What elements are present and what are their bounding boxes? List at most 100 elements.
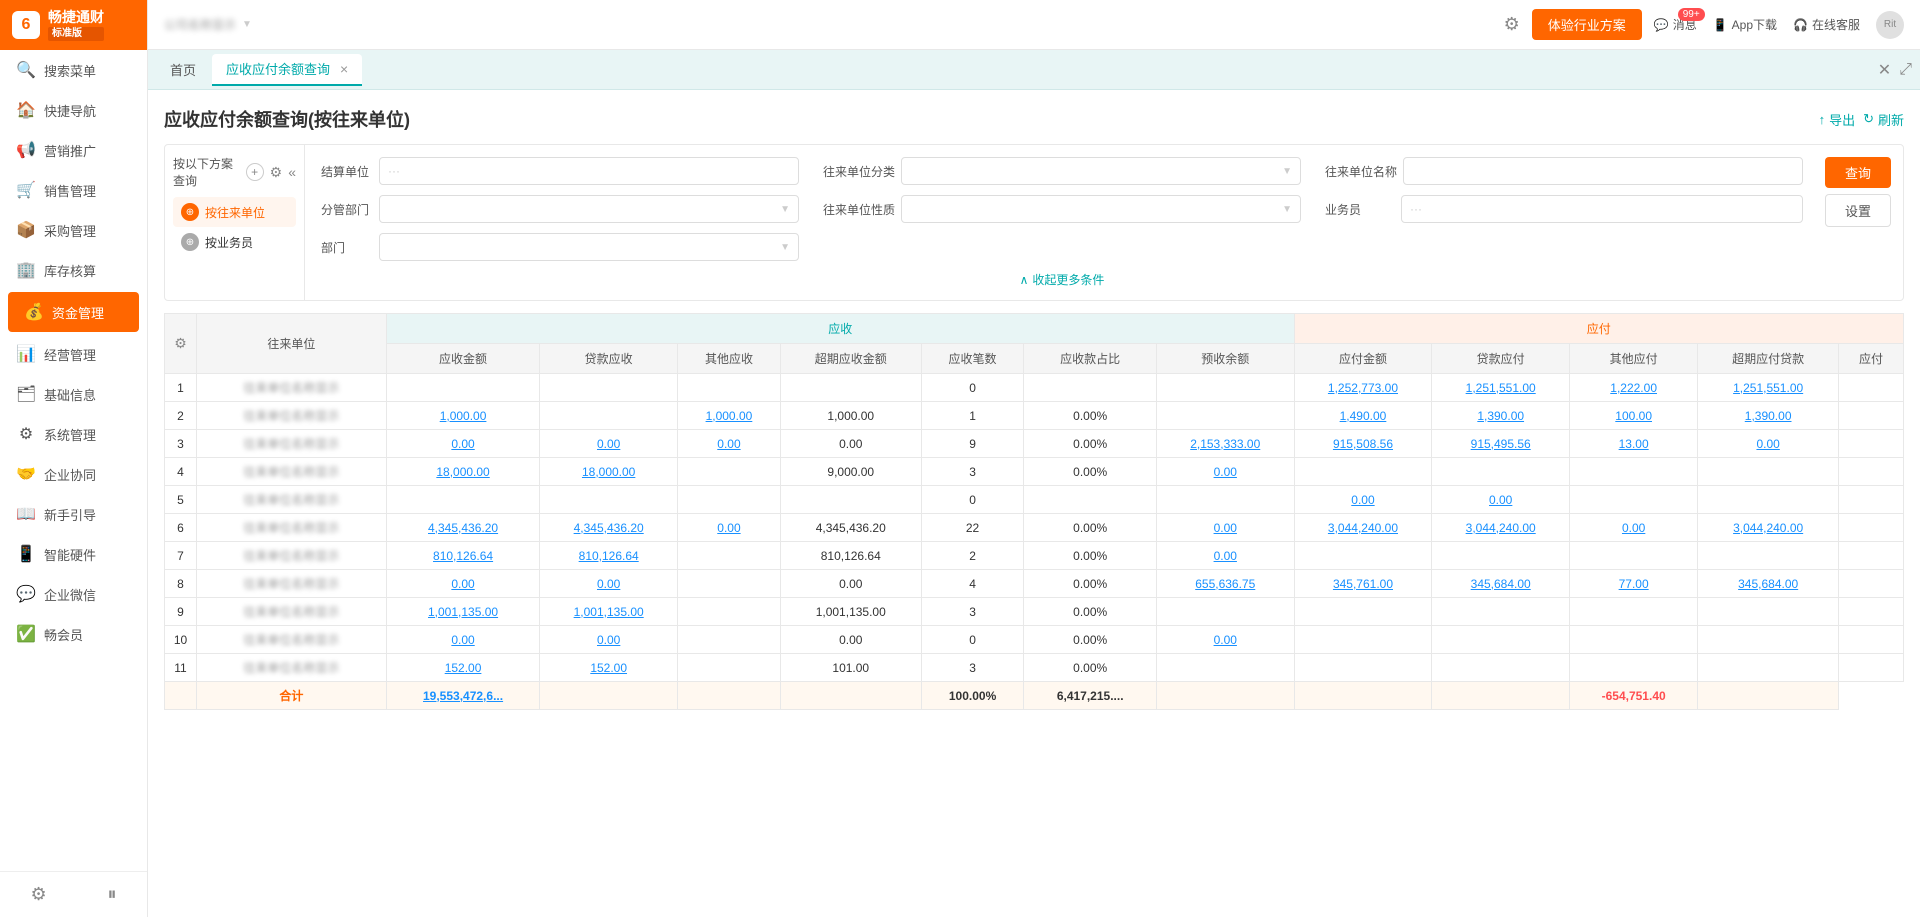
online-service-button[interactable]: 🎧 在线客服: [1793, 16, 1860, 33]
app-download-button[interactable]: 📱 App下载: [1713, 16, 1777, 33]
query-button[interactable]: 查询: [1825, 157, 1891, 188]
partner-name-input[interactable]: [1403, 157, 1803, 185]
breadcrumb: 公司名称显示 ▼: [164, 16, 1492, 33]
category-chevron: ▼: [1282, 166, 1292, 177]
partner-category-field: 往来单位分类 ▼: [823, 157, 1301, 185]
collapse-btn[interactable]: ∧ 收起更多条件: [321, 271, 1803, 288]
page-title: 应收应付余额查询(按往来单位): [164, 106, 410, 132]
partner-nature-select[interactable]: ▼: [901, 195, 1301, 223]
footer-empty4: [780, 682, 921, 710]
table-row: 3往来单位名称显示0.000.000.000.0090.00%2,153,333…: [165, 430, 1904, 458]
avatar: Rit: [1876, 11, 1904, 39]
sidebar-item-hardware[interactable]: 📱 智能硬件: [0, 534, 147, 574]
dept-manager-label: 分管部门: [321, 201, 373, 218]
sidebar-item-operation[interactable]: 📊 经营管理: [0, 334, 147, 374]
partner-th: 往来单位: [197, 314, 387, 374]
recv-ratio-th: 应收款占比: [1024, 344, 1156, 374]
sidebar-item-guide[interactable]: 📖 新手引导: [0, 494, 147, 534]
partner-nature-label: 往来单位性质: [823, 201, 895, 218]
partner-cell: 往来单位名称显示: [197, 486, 387, 514]
settlement-unit-input[interactable]: ···: [379, 157, 799, 185]
scheme-settings-icon[interactable]: ⚙: [270, 164, 283, 181]
scheme-header: 按以下方案查询 + ⚙ «: [173, 155, 296, 189]
header-gear-icon[interactable]: ⚙: [1504, 14, 1520, 35]
scheme-by-staff[interactable]: ⊕ 按业务员: [173, 227, 296, 257]
salesperson-input[interactable]: ···: [1401, 195, 1803, 223]
promo-button[interactable]: 体验行业方案: [1532, 9, 1642, 40]
settings-th[interactable]: ⚙: [165, 314, 197, 374]
sidebar-item-marketing[interactable]: 📢 营销推广: [0, 130, 147, 170]
scheme-by-partner[interactable]: ⊕ 按往来单位: [173, 197, 296, 227]
partner-cell: 往来单位名称显示: [197, 654, 387, 682]
scheme-collapse-icon[interactable]: «: [288, 164, 296, 180]
scheme-partner-icon: ⊕: [181, 203, 199, 221]
service-icon: 🎧: [1793, 18, 1808, 32]
sidebar-item-sales[interactable]: 🛒 销售管理: [0, 170, 147, 210]
tab-close-icon[interactable]: ×: [340, 61, 348, 77]
add-scheme-btn[interactable]: +: [246, 163, 264, 181]
sidebar: 6 畅捷通财 标准版 🔍 搜索菜单 🏠 快捷导航 📢 营销推广 🛒 销售管理 📦…: [0, 0, 148, 917]
export-button[interactable]: ↑ 导出: [1819, 110, 1856, 129]
purchase-icon: 📦: [16, 220, 36, 240]
app-icon: 📱: [1713, 18, 1728, 32]
breadcrumb-company: 公司名称显示: [164, 16, 236, 33]
logo-icon: 6: [12, 11, 40, 39]
sidebar-item-basic[interactable]: 🗂 基础信息: [0, 374, 147, 414]
user-menu[interactable]: Rit: [1876, 11, 1904, 39]
table-row: 7往来单位名称显示810,126.64810,126.64810,126.642…: [165, 542, 1904, 570]
sidebar-item-wechat[interactable]: 💬 企业微信: [0, 574, 147, 614]
partner-cell: 往来单位名称显示: [197, 570, 387, 598]
tab-close-all-icon[interactable]: ✕: [1878, 60, 1891, 80]
sidebar-item-finance[interactable]: 💰 资金管理: [8, 292, 139, 332]
partner-name-label: 往来单位名称: [1325, 163, 1397, 180]
sidebar-item-purchase[interactable]: 📦 采购管理: [0, 210, 147, 250]
footer-pay-overdue: -654,751.40: [1570, 682, 1698, 710]
tab-maximize-icon[interactable]: ⤢: [1899, 61, 1912, 79]
dept2-chevron: ▼: [780, 242, 790, 253]
recv-prepay-th: 预收余额: [1156, 344, 1294, 374]
sidebar-settings-btn[interactable]: ⚙: [22, 880, 54, 909]
tab-home[interactable]: 首页: [156, 54, 210, 86]
system-icon: ⚙: [16, 424, 36, 444]
salesperson-field: 业务员 ···: [1325, 195, 1803, 223]
footer-empty7: [1432, 682, 1570, 710]
sidebar-item-search[interactable]: 🔍 搜索菜单: [0, 50, 147, 90]
footer-recv-prepay: 6,417,215....: [1024, 682, 1156, 710]
table-footer-row: 合计 19,553,472,6... 100.00% 6,417,215....…: [165, 682, 1904, 710]
receivable-group-th: 应收: [386, 314, 1294, 344]
message-button[interactable]: 💬 消息 99+: [1654, 16, 1697, 33]
refresh-button[interactable]: ↻ 刷新: [1863, 110, 1904, 129]
partner-cell: 往来单位名称显示: [197, 514, 387, 542]
table-settings-icon[interactable]: ⚙: [174, 335, 187, 351]
settlement-unit-field: 结算单位 ···: [321, 157, 799, 185]
finance-icon: 💰: [24, 302, 44, 322]
dept-manager-select[interactable]: ▼: [379, 195, 799, 223]
search-icon: 🔍: [16, 60, 36, 80]
table-wrapper: ⚙ 往来单位 应收 应付 应收金额 贷款应收 其他应收 超期应收金额 应收笔数 …: [164, 313, 1904, 710]
tab-bar: 首页 应收应付余额查询 × ✕ ⤢: [148, 50, 1920, 90]
sidebar-item-inventory[interactable]: 🏢 库存核算: [0, 250, 147, 290]
partner-cell: 往来单位名称显示: [197, 430, 387, 458]
tab-query[interactable]: 应收应付余额查询 ×: [212, 54, 362, 86]
dept-select[interactable]: ▼: [379, 233, 799, 261]
settlement-unit-label: 结算单位: [321, 163, 373, 180]
sidebar-item-coop[interactable]: 🤝 企业协同: [0, 454, 147, 494]
partner-category-select[interactable]: ▼: [901, 157, 1301, 185]
guide-icon: 📖: [16, 504, 36, 524]
tab-bar-actions: ✕ ⤢: [1878, 60, 1912, 80]
inventory-icon: 🏢: [16, 260, 36, 280]
message-icon: 💬: [1654, 18, 1669, 32]
sidebar-collapse-btn[interactable]: ⏸: [100, 880, 125, 909]
recv-count-th: 应收笔数: [921, 344, 1024, 374]
table-row: 11往来单位名称显示152.00152.00101.0030.00%: [165, 654, 1904, 682]
sidebar-item-quick[interactable]: 🏠 快捷导航: [0, 90, 147, 130]
setting-button[interactable]: 设置: [1825, 194, 1891, 227]
operation-icon: 📊: [16, 344, 36, 364]
logo-text: 畅捷通财 标准版: [48, 9, 104, 42]
header-right: 💬 消息 99+ 📱 App下载 🎧 在线客服 Rit: [1654, 11, 1904, 39]
wechat-icon: 💬: [16, 584, 36, 604]
sidebar-item-member[interactable]: ✅ 畅会员: [0, 614, 147, 654]
partner-category-label: 往来单位分类: [823, 163, 895, 180]
partner-name-field: 往来单位名称: [1325, 157, 1803, 185]
sidebar-item-system[interactable]: ⚙ 系统管理: [0, 414, 147, 454]
